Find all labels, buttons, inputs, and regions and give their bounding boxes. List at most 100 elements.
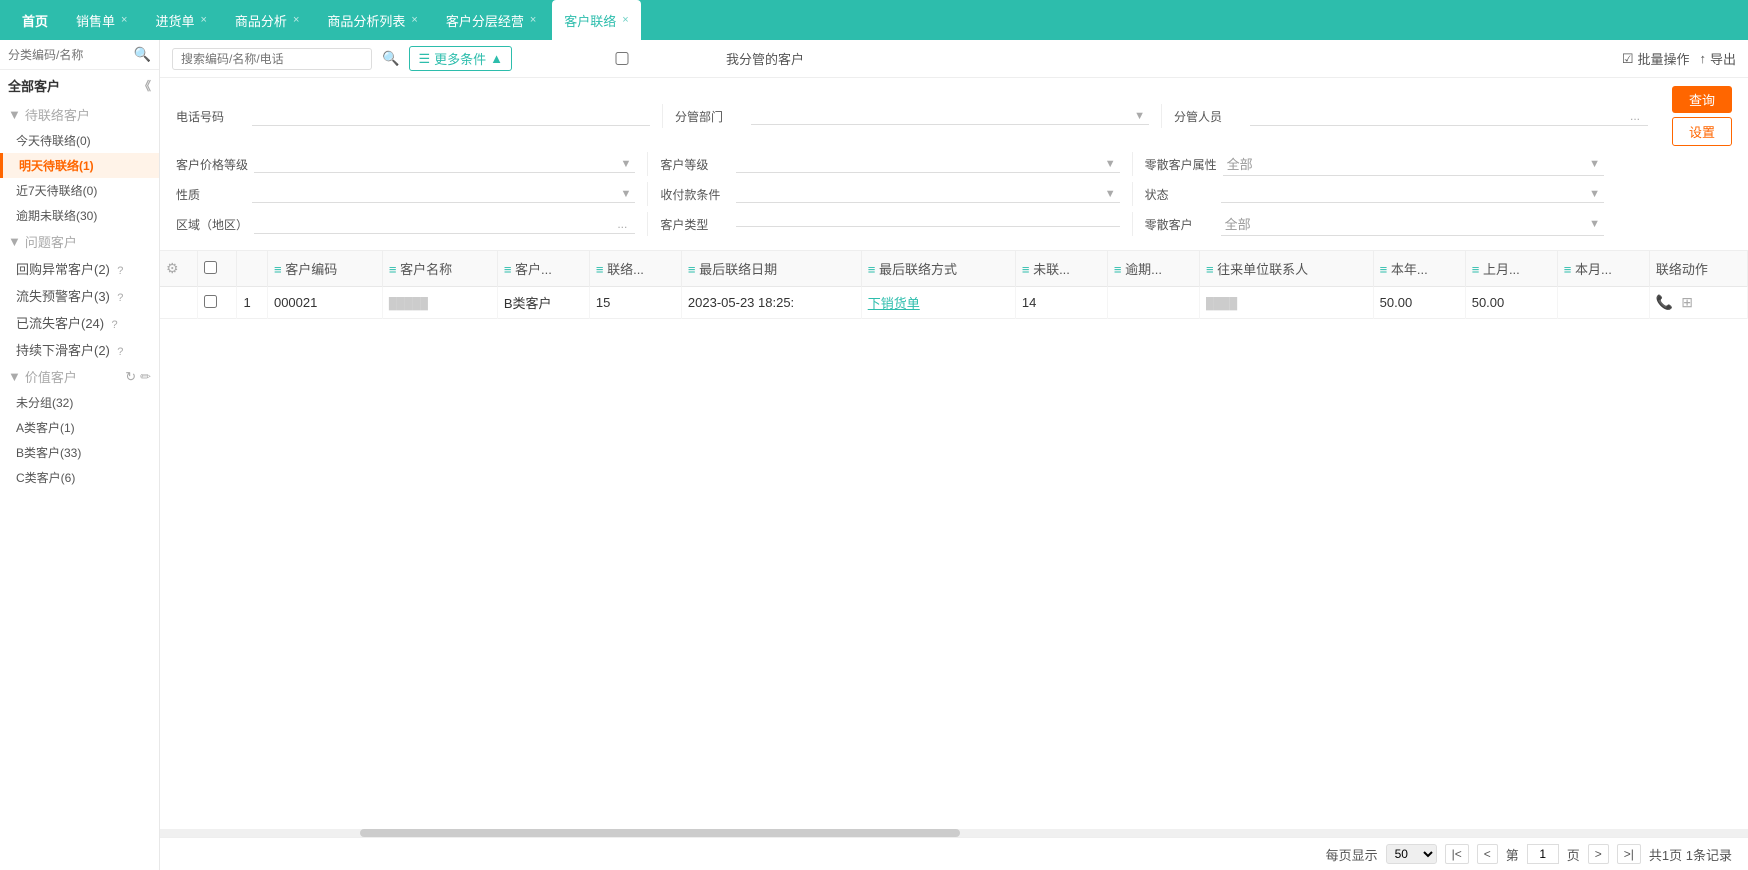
all-customers-section[interactable]: 全部客户 《	[0, 70, 159, 101]
region-label: 区域（地区）	[176, 216, 248, 233]
prev-page-button[interactable]: <	[1477, 844, 1498, 864]
phone-action-icon[interactable]: 📞	[1656, 294, 1673, 311]
col-contact[interactable]: ≡ 联络...	[589, 251, 681, 287]
sidebar-item-churn-warning[interactable]: 流失预警客户(3) ?	[0, 282, 159, 309]
more-conditions-button[interactable]: ☰ 更多条件 ▲	[409, 46, 512, 71]
col-overdue[interactable]: ≡ 逾期...	[1107, 251, 1199, 287]
sidebar-search-input[interactable]	[8, 48, 134, 62]
last-page-button[interactable]: >|	[1617, 844, 1641, 864]
chevron-down-icon-9: ▼	[1589, 218, 1600, 230]
cell-name: █████	[382, 287, 497, 319]
col-checkbox[interactable]	[198, 251, 237, 287]
cell-this-year: 50.00	[1373, 287, 1465, 319]
close-product-analysis-icon[interactable]: ×	[293, 14, 299, 26]
sidebar-item-week-pending[interactable]: 近7天待联络(0)	[0, 178, 159, 203]
col-last-month[interactable]: ≡ 上月...	[1465, 251, 1557, 287]
dept-label: 分管部门	[675, 108, 745, 125]
col-last-contact-method[interactable]: ≡ 最后联络方式	[861, 251, 1015, 287]
manager-select[interactable]: ...	[1250, 107, 1648, 126]
payment-select[interactable]: ▼	[736, 186, 1119, 203]
col-name[interactable]: ≡ 客户名称	[382, 251, 497, 287]
status-select[interactable]: ▼	[1221, 186, 1604, 203]
query-button[interactable]: 查询	[1672, 86, 1732, 113]
customer-type-select[interactable]	[736, 222, 1119, 227]
export-button[interactable]: ↑ 导出	[1699, 49, 1736, 68]
divider-6	[1132, 182, 1133, 206]
customer-level-select[interactable]: ▼	[736, 156, 1119, 173]
nav-item-customer-segment[interactable]: 客户分层经营 ×	[434, 0, 548, 40]
search-input[interactable]	[172, 48, 372, 70]
payment-label: 收付款条件	[660, 186, 730, 203]
my-customers-checkbox-label[interactable]: 我分管的客户	[522, 49, 804, 68]
nav-item-customer-contact[interactable]: 客户联络 ×	[552, 0, 640, 40]
scrollbar-thumb[interactable]	[360, 829, 960, 837]
sidebar-item-today-pending[interactable]: 今天待联络(0)	[0, 128, 159, 153]
nav-item-product-analysis[interactable]: 商品分析 ×	[223, 0, 311, 40]
col-this-year[interactable]: ≡ 本年...	[1373, 251, 1465, 287]
col-type[interactable]: ≡ 客户...	[497, 251, 589, 287]
manager-label: 分管人员	[1174, 108, 1244, 125]
sidebar-item-repurchase-abnormal[interactable]: 回购异常客户(2) ?	[0, 255, 159, 282]
col-this-month[interactable]: ≡ 本月...	[1557, 251, 1649, 287]
sidebar-search-icon[interactable]: 🔍	[134, 46, 151, 63]
sidebar-item-overdue[interactable]: 逾期未联络(30)	[0, 203, 159, 228]
col-company-contact[interactable]: ≡ 往来单位联系人	[1199, 251, 1373, 287]
sidebar-item-class-c[interactable]: C类客户(6)	[0, 465, 159, 490]
col-uncontacted[interactable]: ≡ 未联...	[1015, 251, 1107, 287]
last-contact-link[interactable]: 下销货单	[868, 296, 920, 311]
col-last-contact-date[interactable]: ≡ 最后联络日期	[681, 251, 861, 287]
adv-filter-row-3: 性质 ▼ 收付款条件 ▼ 状态	[176, 182, 1732, 206]
region-select[interactable]: ...	[254, 215, 635, 234]
retail-attr-select[interactable]: 全部 ▼	[1223, 152, 1604, 176]
gear-icon[interactable]: ⚙	[166, 260, 179, 276]
filter-search-icon[interactable]: 🔍	[382, 50, 399, 67]
phone-input[interactable]	[252, 107, 650, 126]
refresh-icon[interactable]: ↻	[125, 369, 136, 385]
sidebar-item-class-b[interactable]: B类客户(33)	[0, 440, 159, 465]
batch-operation-button[interactable]: ☑ 批量操作	[1622, 49, 1690, 68]
col-code[interactable]: ≡ 客户编码	[267, 251, 382, 287]
first-page-button[interactable]: |<	[1445, 844, 1469, 864]
sidebar-item-declining[interactable]: 持续下滑客户(2) ?	[0, 336, 159, 363]
my-customers-checkbox[interactable]	[522, 52, 722, 65]
more-btn-1[interactable]: ...	[1626, 109, 1644, 123]
more-btn-2[interactable]: ...	[613, 217, 631, 231]
nav-item-purchase[interactable]: 进货单 ×	[143, 0, 218, 40]
per-page-select[interactable]: 50 100 200	[1386, 844, 1437, 864]
edit-icon[interactable]: ✏	[140, 369, 151, 385]
row-checkbox[interactable]	[204, 295, 217, 308]
close-customer-segment-icon[interactable]: ×	[530, 14, 536, 26]
triangle-icon-3: ▼	[8, 369, 21, 384]
horizontal-scrollbar[interactable]	[160, 829, 1748, 837]
sidebar-group-problem: ▼ 问题客户	[0, 228, 159, 255]
reset-button[interactable]: 设置	[1672, 117, 1732, 146]
nav-item-sales[interactable]: 销售单 ×	[64, 0, 139, 40]
select-all-checkbox[interactable]	[204, 261, 217, 274]
sidebar-item-churned[interactable]: 已流失客户(24) ?	[0, 309, 159, 336]
page-number-input[interactable]	[1527, 844, 1559, 864]
nature-label: 性质	[176, 186, 246, 203]
close-sales-icon[interactable]: ×	[121, 14, 127, 26]
nav-item-product-analysis-list[interactable]: 商品分析列表 ×	[315, 0, 429, 40]
sidebar-item-ungrouped[interactable]: 未分组(32)	[0, 390, 159, 415]
price-level-select[interactable]: ▼	[254, 156, 635, 173]
sidebar-item-class-a[interactable]: A类客户(1)	[0, 415, 159, 440]
retail-customer-select[interactable]: 全部 ▼	[1221, 212, 1604, 236]
next-page-button[interactable]: >	[1588, 844, 1609, 864]
filter-bar: 🔍 ☰ 更多条件 ▲ 我分管的客户 ☑ 批量操作 ↑ 导出	[160, 40, 1748, 78]
close-purchase-icon[interactable]: ×	[200, 14, 206, 26]
customer-table: ⚙ ≡ 客户编码 ≡ 客户名称	[160, 251, 1748, 319]
main-layout: 🔍 全部客户 《 ▼ 待联络客户 今天待联络(0) 明天待联络(1) 近7天待联…	[0, 40, 1748, 870]
grid-action-icon[interactable]: ⊞	[1681, 294, 1693, 311]
sidebar-item-tomorrow-pending[interactable]: 明天待联络(1)	[0, 153, 159, 178]
dept-select[interactable]: ▼	[751, 108, 1149, 125]
close-customer-contact-icon[interactable]: ×	[622, 14, 628, 26]
col-gear[interactable]: ⚙	[160, 251, 198, 287]
nav-item-home[interactable]: 首页	[10, 0, 60, 40]
action-icons-group: 📞 ⊞	[1656, 294, 1741, 311]
cell-checkbox[interactable]	[198, 287, 237, 319]
close-product-analysis-list-icon[interactable]: ×	[411, 14, 417, 26]
nature-select[interactable]: ▼	[252, 186, 635, 203]
cell-last-contact-method[interactable]: 下销货单	[861, 287, 1015, 319]
cell-index: 1	[237, 287, 268, 319]
